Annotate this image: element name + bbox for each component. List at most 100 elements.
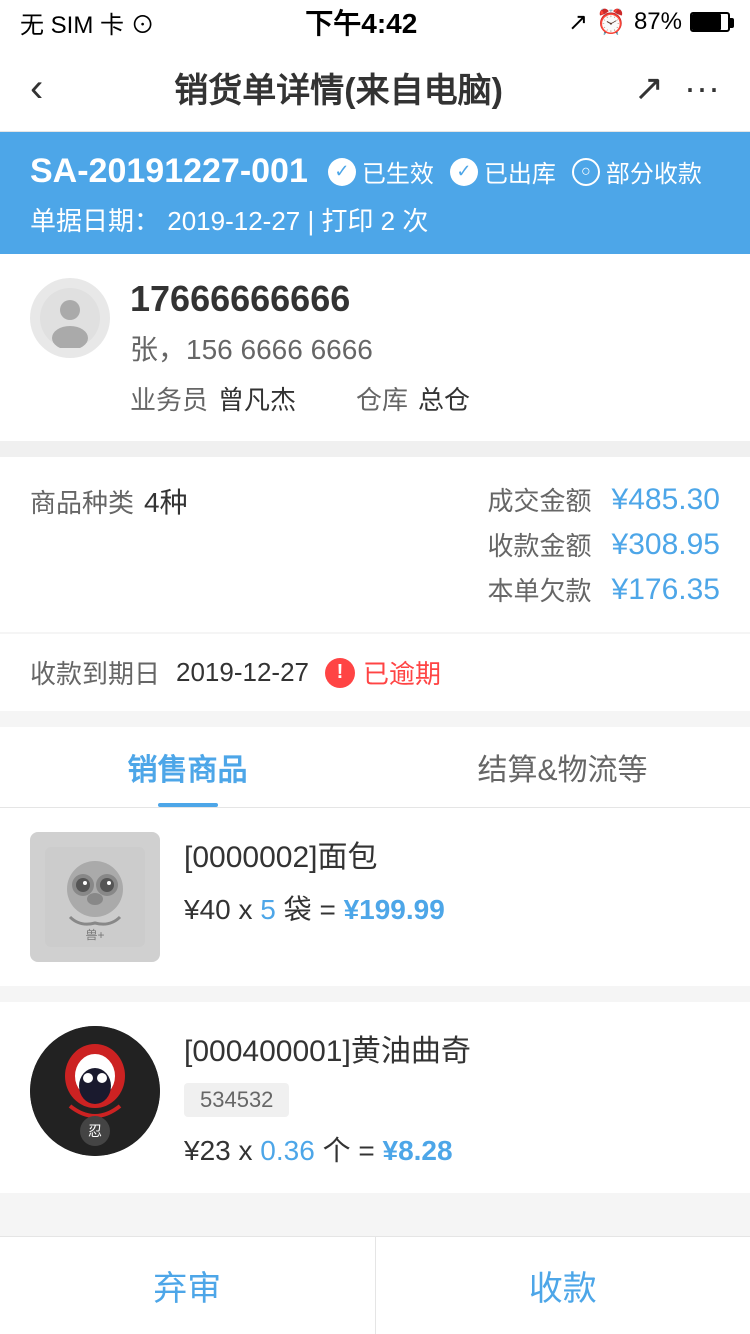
salesperson-label: 业务员 [130,380,208,417]
date-label: 单据日期： [30,206,160,236]
nav-bar: ‹ 销货单详情(来自电脑) ↗︎ ··· [0,44,750,132]
customer-name: 17666666666 [130,278,720,320]
product-name-2: [000400001]黄油曲奇 [184,1026,720,1070]
price-equals-1: = [319,894,343,925]
check-icon-2: ✓ [450,158,478,186]
tab-settlement-label: 结算&物流等 [477,745,647,789]
clock-icon: ○ [572,158,600,186]
avatar [30,278,110,358]
total-2: ¥8.28 [383,1135,453,1166]
received-amount-label: 收款金额 [488,526,592,563]
product-thumbnail-1: 兽+ [30,832,160,962]
svg-text:兽+: 兽+ [85,928,104,942]
qty-2: 0.36 [260,1135,315,1166]
price-multiply-2: x [239,1135,261,1166]
tab-sales-label: 销售商品 [128,745,248,789]
badge-effective: ✓ 已生效 [328,154,434,189]
avatar-svg [40,288,100,348]
stats-section: 商品种类 4种 成交金额 ¥485.30 收款金额 ¥308.95 本单欠款 ¥… [0,457,750,632]
owl-icon: 兽+ [45,847,145,947]
customer-meta: 业务员 曾凡杰 仓库 总仓 [130,380,720,417]
share-icon[interactable]: ↗︎ [634,67,664,109]
qty-1: 5 [260,894,276,925]
salesperson-value: 曾凡杰 [218,380,296,417]
order-id: SA-20191227-001 [30,152,308,191]
tab-settlement[interactable]: 结算&物流等 [375,727,750,807]
kind-label: 商品种类 [30,483,134,520]
status-time: 下午4:42 [305,2,417,42]
status-left: 无 SIM 卡 ⊙ [20,5,155,40]
product-info-1: [0000002]面包 ¥40 x 5 袋 = ¥199.99 [184,832,720,928]
battery-icon [690,12,730,32]
status-badges: ✓ 已生效 ✓ 已出库 ○ 部分收款 [328,154,702,189]
product-kind: 商品种类 4种 [30,481,188,521]
overdue-icon: ! [325,658,355,688]
list-item[interactable]: 兽+ [0000002]面包 ¥40 x 5 袋 = ¥199.99 [0,808,750,986]
battery-text: 87% [634,8,682,36]
tabs: 销售商品 结算&物流等 [0,727,750,807]
warehouse-label: 仓库 [356,380,408,417]
due-label: 收款到期日 [30,654,160,691]
price-base-1: ¥40 [184,894,231,925]
product-price-2: ¥23 x 0.36 个 = ¥8.28 [184,1129,720,1169]
product-thumbnail-2: 忍 [30,1026,160,1156]
bottom-bar: 弃审 收款 [0,1236,750,1334]
list-item[interactable]: 忍 [000400001]黄油曲奇 534532 ¥23 x 0.36 个 = … [0,1002,750,1193]
customer-phone: 张，156 6666 6666 [130,328,720,368]
character-icon: 忍 [30,1026,160,1156]
back-button[interactable]: ‹ [30,68,43,108]
badge-shipped: ✓ 已出库 [450,154,556,189]
cancel-button[interactable]: 弃审 [0,1237,376,1334]
debt-value: ¥176.35 [612,573,720,607]
order-date-line: 单据日期： 2019-12-27 | 打印 2 次 [30,201,720,238]
print-info: | 打印 2 次 [307,206,428,236]
badge-label-partial: 部分收款 [606,154,702,189]
sim-text: 无 SIM 卡 ⊙ [20,5,155,40]
warehouse-item: 仓库 总仓 [356,380,470,417]
badge-label-effective: 已生效 [362,154,434,189]
tabs-section: 销售商品 结算&物流等 [0,727,750,808]
stats-right: 成交金额 ¥485.30 收款金额 ¥308.95 本单欠款 ¥176.35 [488,481,720,608]
tab-sales-products[interactable]: 销售商品 [0,727,375,807]
status-right: ↗ ⏰ 87% [568,8,730,37]
customer-section: 17666666666 张，156 6666 6666 业务员 曾凡杰 仓库 总… [0,254,750,441]
confirm-payment-button[interactable]: 收款 [376,1237,750,1334]
kind-value: 4种 [144,481,188,521]
salesperson-item: 业务员 曾凡杰 [130,380,296,417]
product-price-1: ¥40 x 5 袋 = ¥199.99 [184,888,720,928]
price-multiply-1: x [239,894,261,925]
product-tag-2: 534532 [184,1083,289,1117]
svg-text:忍: 忍 [88,1123,102,1139]
unit-2: 个 [323,1135,351,1166]
received-amount-row: 收款金额 ¥308.95 [488,526,720,563]
unit-1: 袋 [284,894,312,925]
deal-amount-value: ¥485.30 [612,483,720,517]
due-date: 2019-12-27 [176,657,309,688]
more-icon[interactable]: ··· [684,67,720,109]
overdue-label: 已逾期 [363,654,441,691]
badge-label-shipped: 已出库 [484,154,556,189]
product-list: 兽+ [0000002]面包 ¥40 x 5 袋 = ¥199.99 [0,808,750,1295]
product-name-1: [0000002]面包 [184,832,720,876]
divider-1 [0,441,750,457]
received-amount-value: ¥308.95 [612,528,720,562]
product-info-2: [000400001]黄油曲奇 534532 ¥23 x 0.36 个 = ¥8… [184,1026,720,1169]
stats-left: 商品种类 4种 [30,481,188,521]
price-base-2: ¥23 [184,1135,231,1166]
warehouse-value: 总仓 [418,380,470,417]
total-1: ¥199.99 [344,894,445,925]
deal-amount-row: 成交金额 ¥485.30 [488,481,720,518]
location-icon: ↗ [568,8,588,37]
customer-info: 17666666666 张，156 6666 6666 业务员 曾凡杰 仓库 总… [130,278,720,417]
page-title: 销货单详情(来自电脑) [174,63,503,112]
debt-row: 本单欠款 ¥176.35 [488,571,720,608]
debt-label: 本单欠款 [488,571,592,608]
check-icon-1: ✓ [328,158,356,186]
overdue-badge: ! 已逾期 [325,654,441,691]
status-bar: 无 SIM 卡 ⊙ 下午4:42 ↗ ⏰ 87% [0,0,750,44]
deal-amount-label: 成交金额 [488,481,592,518]
order-header-banner: SA-20191227-001 ✓ 已生效 ✓ 已出库 ○ 部分收款 单据日期：… [0,132,750,254]
nav-actions: ↗︎ ··· [634,67,720,109]
price-equals-2: = [358,1135,382,1166]
due-section: 收款到期日 2019-12-27 ! 已逾期 [0,634,750,711]
